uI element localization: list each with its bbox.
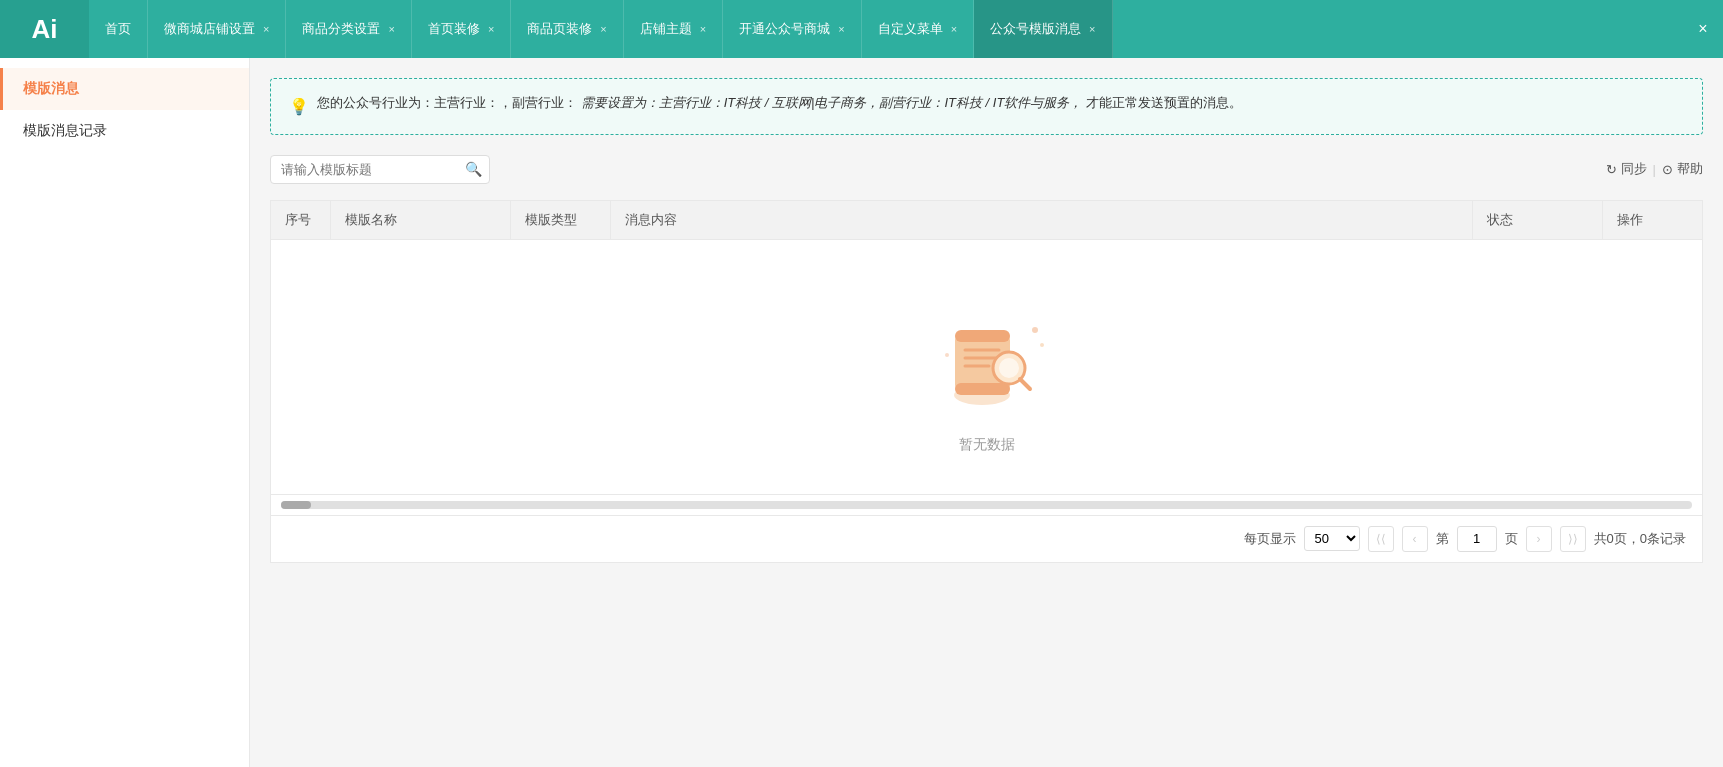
help-label: 帮助 bbox=[1677, 160, 1703, 178]
page-suffix-label: 页 bbox=[1505, 530, 1518, 548]
tab-store-settings[interactable]: 微商城店铺设置 × bbox=[148, 0, 286, 58]
svg-point-11 bbox=[1040, 343, 1044, 347]
svg-rect-3 bbox=[955, 383, 1010, 395]
tab-product-category[interactable]: 商品分类设置 × bbox=[286, 0, 411, 58]
col-header-name: 模版名称 bbox=[331, 200, 511, 239]
prev-page-button[interactable]: ‹ bbox=[1402, 526, 1428, 552]
tab-open-mall-label: 开通公众号商城 bbox=[739, 20, 830, 38]
sidebar-item-template-msg-record-label: 模版消息记录 bbox=[23, 122, 107, 138]
help-icon: ⊙ bbox=[1662, 162, 1673, 177]
tab-home-decor-label: 首页装修 bbox=[428, 20, 480, 38]
data-table: 序号 模版名称 模版类型 消息内容 状态 操作 bbox=[270, 200, 1703, 495]
current-page-input[interactable] bbox=[1457, 526, 1497, 552]
col-header-status: 状态 bbox=[1473, 200, 1603, 239]
sync-icon: ↻ bbox=[1606, 162, 1617, 177]
search-input[interactable] bbox=[270, 155, 490, 184]
notice-text: 您的公众号行业为：主营行业：，副营行业： 需要设置为：主营行业：IT科技 / 互… bbox=[317, 93, 1242, 114]
tab-store-theme[interactable]: 店铺主题 × bbox=[624, 0, 723, 58]
tab-custom-menu-close[interactable]: × bbox=[951, 23, 957, 35]
tab-product-category-close[interactable]: × bbox=[388, 23, 394, 35]
pagination-bar: 每页显示 10 20 50 100 ⟨⟨ ‹ 第 页 › ⟩⟩ 共0页，0条记录 bbox=[270, 516, 1703, 563]
tab-open-mall-close[interactable]: × bbox=[838, 23, 844, 35]
scrollbar-area bbox=[270, 495, 1703, 516]
tab-home-label: 首页 bbox=[105, 20, 131, 38]
last-page-icon: ⟩⟩ bbox=[1568, 532, 1578, 546]
search-left: 🔍 bbox=[270, 155, 490, 184]
sync-button[interactable]: ↻ 同步 bbox=[1606, 160, 1647, 178]
tab-open-mall[interactable]: 开通公众号商城 × bbox=[723, 0, 861, 58]
tab-home-decor-close[interactable]: × bbox=[488, 23, 494, 35]
svg-point-12 bbox=[945, 353, 949, 357]
top-nav: Ai 首页 微商城店铺设置 × 商品分类设置 × 首页装修 × 商品页装修 × … bbox=[0, 0, 1723, 58]
search-icon[interactable]: 🔍 bbox=[465, 161, 482, 177]
sidebar-item-template-msg[interactable]: 模版消息 bbox=[0, 68, 249, 110]
col-header-content: 消息内容 bbox=[611, 200, 1473, 239]
notice-highlight: 需要设置为：主营行业：IT科技 / 互联网|电子商务，副营行业：IT科技 / I… bbox=[581, 95, 1083, 110]
next-page-button[interactable]: › bbox=[1526, 526, 1552, 552]
prev-page-icon: ‹ bbox=[1413, 532, 1417, 546]
help-button[interactable]: ⊙ 帮助 bbox=[1662, 160, 1703, 178]
tab-store-settings-label: 微商城店铺设置 bbox=[164, 20, 255, 38]
page-prefix-label: 第 bbox=[1436, 530, 1449, 548]
tab-template-msg-label: 公众号模版消息 bbox=[990, 20, 1081, 38]
notice-prefix: 您的公众号行业为：主营行业：，副营行业： bbox=[317, 95, 577, 110]
tab-product-category-label: 商品分类设置 bbox=[302, 20, 380, 38]
tab-store-settings-close[interactable]: × bbox=[263, 23, 269, 35]
svg-point-8 bbox=[999, 358, 1019, 378]
notice-icon: 💡 bbox=[289, 94, 309, 120]
main-layout: 模版消息 模版消息记录 💡 您的公众号行业为：主营行业：，副营行业： 需要设置为… bbox=[0, 58, 1723, 767]
svg-rect-2 bbox=[955, 330, 1010, 342]
tab-template-msg-close[interactable]: × bbox=[1089, 23, 1095, 35]
tab-custom-menu-label: 自定义菜单 bbox=[878, 20, 943, 38]
tab-home[interactable]: 首页 bbox=[89, 0, 148, 58]
total-info: 共0页，0条记录 bbox=[1594, 530, 1686, 548]
page-size-select[interactable]: 10 20 50 100 bbox=[1304, 526, 1360, 551]
first-page-button[interactable]: ⟨⟨ bbox=[1368, 526, 1394, 552]
search-input-wrap: 🔍 bbox=[270, 155, 490, 184]
sidebar-item-template-msg-record[interactable]: 模版消息记录 bbox=[0, 110, 249, 152]
tab-template-msg[interactable]: 公众号模版消息 × bbox=[974, 0, 1112, 58]
toolbar-divider: | bbox=[1653, 162, 1656, 177]
tab-store-theme-close[interactable]: × bbox=[700, 23, 706, 35]
content-area: 💡 您的公众号行业为：主营行业：，副营行业： 需要设置为：主营行业：IT科技 /… bbox=[250, 58, 1723, 767]
sidebar-item-template-msg-label: 模版消息 bbox=[23, 80, 79, 96]
notice-suffix: 才能正常发送预置的消息。 bbox=[1086, 95, 1242, 110]
empty-state-row: 暂无数据 bbox=[271, 239, 1703, 494]
tab-home-decor[interactable]: 首页装修 × bbox=[412, 0, 511, 58]
svg-point-10 bbox=[1032, 327, 1038, 333]
table-header-row: 序号 模版名称 模版类型 消息内容 状态 操作 bbox=[271, 200, 1703, 239]
tab-product-decor-close[interactable]: × bbox=[600, 23, 606, 35]
svg-line-9 bbox=[1020, 379, 1030, 389]
last-page-button[interactable]: ⟩⟩ bbox=[1560, 526, 1586, 552]
first-page-icon: ⟨⟨ bbox=[1376, 532, 1386, 546]
sync-label: 同步 bbox=[1621, 160, 1647, 178]
tab-product-decor[interactable]: 商品页装修 × bbox=[511, 0, 623, 58]
page-size-label: 每页显示 bbox=[1244, 530, 1296, 548]
tab-custom-menu[interactable]: 自定义菜单 × bbox=[862, 0, 974, 58]
empty-illustration bbox=[927, 300, 1047, 420]
search-bar: 🔍 ↻ 同步 | ⊙ 帮助 bbox=[270, 155, 1703, 184]
col-header-action: 操作 bbox=[1603, 200, 1703, 239]
nav-tabs: 首页 微商城店铺设置 × 商品分类设置 × 首页装修 × 商品页装修 × 店铺主… bbox=[89, 0, 1683, 58]
col-header-seq: 序号 bbox=[271, 200, 331, 239]
sidebar: 模版消息 模版消息记录 bbox=[0, 58, 250, 767]
empty-text: 暂无数据 bbox=[959, 436, 1015, 454]
col-header-type: 模版类型 bbox=[511, 200, 611, 239]
tab-store-theme-label: 店铺主题 bbox=[640, 20, 692, 38]
tab-product-decor-label: 商品页装修 bbox=[527, 20, 592, 38]
next-page-icon: › bbox=[1537, 532, 1541, 546]
horizontal-scrollbar[interactable] bbox=[281, 501, 1692, 509]
close-all-button[interactable]: × bbox=[1683, 0, 1723, 58]
logo: Ai bbox=[0, 0, 89, 58]
toolbar-right: ↻ 同步 | ⊙ 帮助 bbox=[1606, 160, 1703, 178]
notice-banner: 💡 您的公众号行业为：主营行业：，副营行业： 需要设置为：主营行业：IT科技 /… bbox=[270, 78, 1703, 135]
empty-state: 暂无数据 bbox=[271, 240, 1702, 494]
